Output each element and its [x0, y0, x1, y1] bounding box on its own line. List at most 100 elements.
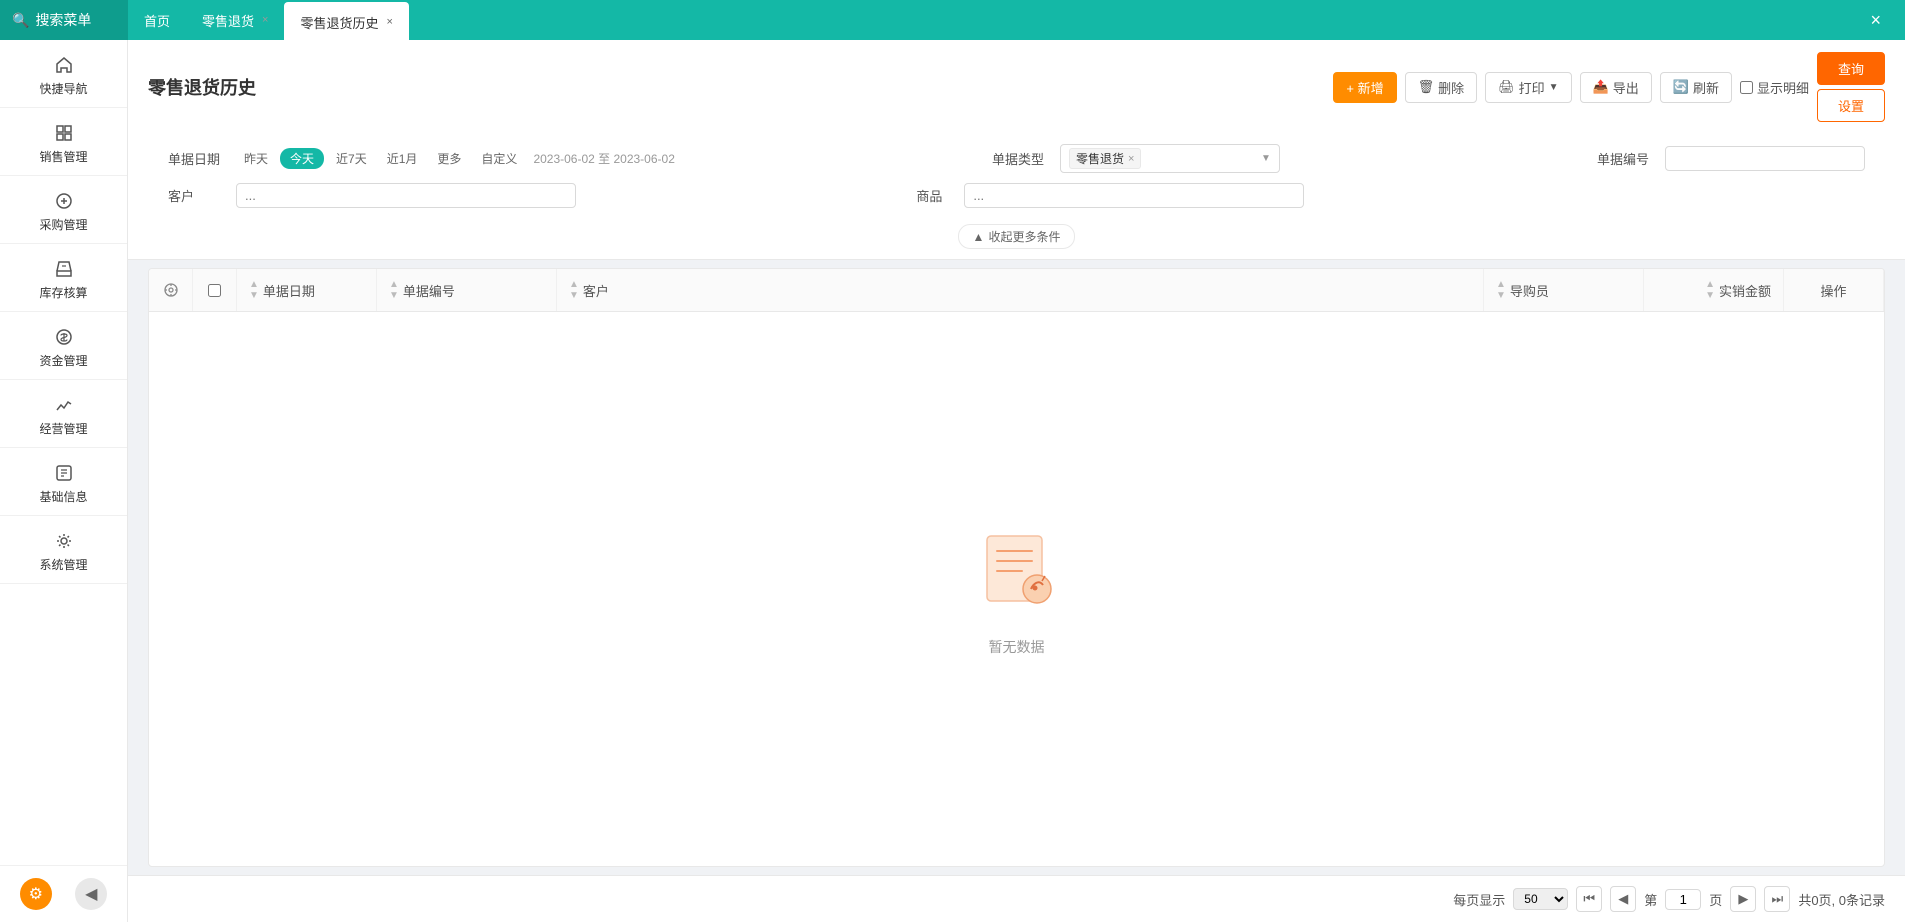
date-7days[interactable]: 近7天	[328, 148, 375, 169]
print-dropdown-icon: ▼	[1549, 82, 1559, 93]
page-next-btn[interactable]: ▶	[1730, 886, 1756, 912]
finance-icon	[53, 326, 75, 348]
date-filter-label: 单据日期	[168, 149, 228, 168]
content-area: 零售退货历史 + 新增 🗑 删除 🖨 打印 ▼ 📤 导出	[128, 40, 1905, 922]
operations-icon	[53, 394, 75, 416]
select-all-checkbox[interactable]	[208, 284, 221, 297]
filter-row-1: 单据日期 昨天 今天 近7天 近1月 更多 自定义 2023-06-02 至 2…	[168, 144, 1865, 173]
collapse-icon: ▲	[973, 230, 985, 244]
new-button[interactable]: + 新增	[1333, 72, 1396, 103]
sidebar: 快捷导航 销售管理 采购管理	[0, 40, 128, 922]
goods-label: 商品	[916, 186, 956, 205]
print-button[interactable]: 🖨 打印 ▼	[1485, 72, 1571, 103]
sidebar-item-basic-info[interactable]: 基础信息	[0, 448, 127, 516]
th-settings[interactable]	[149, 269, 193, 311]
export-icon: 📤	[1593, 79, 1609, 95]
empty-text: 暂无数据	[989, 637, 1045, 657]
th-doc-number-label: 单据编号	[403, 281, 455, 300]
table-header: ▲▼ 单据日期 ▲▼ 单据编号 ▲▼ 客户 ▲▼ 导购员 ▲▼ 实销金额	[149, 269, 1884, 312]
tab-retail-return-history[interactable]: 零售退货历史 ×	[284, 2, 408, 42]
collapse-sidebar-btn[interactable]: ◀	[75, 878, 107, 910]
doc-type-select[interactable]: 零售退货 × ▼	[1060, 144, 1280, 173]
sidebar-label-purchase: 采购管理	[39, 216, 87, 233]
sidebar-label-basic-info: 基础信息	[39, 488, 87, 505]
sidebar-item-purchase[interactable]: 采购管理	[0, 176, 127, 244]
th-customer-label: 客户	[583, 281, 609, 300]
setting-button[interactable]: 设置	[1817, 89, 1885, 122]
page-first-btn[interactable]: ⏮	[1576, 886, 1602, 912]
sidebar-item-system[interactable]: 系统管理	[0, 516, 127, 584]
date-range-display: 2023-06-02 至 2023-06-02	[533, 150, 674, 167]
toolbar: + 新增 🗑 删除 🖨 打印 ▼ 📤 导出 🔄	[1333, 52, 1885, 122]
goods-input[interactable]	[964, 183, 1304, 208]
empty-state: 暂无数据	[149, 312, 1884, 866]
refresh-icon: 🔄	[1673, 79, 1689, 95]
tab-retail-return-history-label: 零售退货历史	[300, 13, 378, 32]
main-layout: 快捷导航 销售管理 采购管理	[0, 40, 1905, 922]
th-amount-label: 实销金额	[1719, 281, 1771, 300]
page-unit: 页	[1709, 890, 1722, 909]
export-button[interactable]: 📤 导出	[1580, 72, 1652, 103]
filter-row-2: 客户 商品	[168, 183, 1865, 208]
sidebar-label-quick-nav: 快捷导航	[39, 80, 87, 97]
app-close-button[interactable]: ×	[1862, 10, 1889, 31]
sidebar-label-operations: 经营管理	[39, 420, 87, 437]
date-today[interactable]: 今天	[280, 148, 324, 169]
per-page-select[interactable]: 50 10 20 100	[1513, 888, 1568, 910]
page-title-row: 零售退货历史 + 新增 🗑 删除 🖨 打印 ▼ 📤 导出	[148, 52, 1885, 122]
tab-home[interactable]: 首页	[128, 0, 186, 40]
th-customer[interactable]: ▲▼ 客户	[557, 269, 1484, 311]
th-guide[interactable]: ▲▼ 导购员	[1484, 269, 1644, 311]
print-icon: 🖨	[1498, 79, 1515, 95]
date-custom[interactable]: 自定义	[473, 148, 525, 169]
doc-type-label: 单据类型	[992, 149, 1052, 168]
date-more[interactable]: 更多	[429, 148, 469, 169]
th-operation: 操作	[1784, 269, 1884, 311]
date-1month[interactable]: 近1月	[379, 148, 426, 169]
date-yesterday[interactable]: 昨天	[236, 148, 276, 169]
home-icon	[53, 54, 75, 76]
th-doc-number[interactable]: ▲▼ 单据编号	[377, 269, 557, 311]
pagination-bar: 每页显示 50 10 20 100 ⏮ ◀ 第 页 ▶ ⏭ 共0页, 0条记录	[128, 875, 1905, 922]
page-label: 第	[1644, 890, 1657, 909]
show-detail-checkbox[interactable]: 显示明细	[1740, 78, 1809, 97]
sidebar-item-sales[interactable]: 销售管理	[0, 108, 127, 176]
th-doc-date[interactable]: ▲▼ 单据日期	[237, 269, 377, 311]
page-last-btn[interactable]: ⏭	[1764, 886, 1790, 912]
th-amount[interactable]: ▲▼ 实销金额	[1644, 269, 1784, 311]
th-checkbox[interactable]	[193, 269, 237, 311]
customer-input[interactable]	[236, 183, 576, 208]
doc-type-tag-remove[interactable]: ×	[1128, 153, 1134, 165]
th-guide-label: 导购员	[1510, 281, 1549, 300]
th-operation-label: 操作	[1820, 281, 1846, 300]
tab-retail-return-history-close[interactable]: ×	[386, 16, 392, 28]
tab-retail-return-close[interactable]: ×	[262, 14, 268, 26]
collapse-button[interactable]: ▲ 收起更多条件	[958, 224, 1076, 249]
sidebar-item-quick-nav[interactable]: 快捷导航	[0, 40, 127, 108]
delete-icon: 🗑	[1418, 79, 1435, 95]
delete-button[interactable]: 🗑 删除	[1405, 72, 1478, 103]
settings-icon-btn[interactable]: ⚙	[20, 878, 52, 910]
doc-number-input[interactable]	[1665, 146, 1865, 171]
page-summary: 共0页, 0条记录	[1798, 890, 1885, 909]
tab-retail-return[interactable]: 零售退货 ×	[186, 0, 284, 40]
refresh-button[interactable]: 🔄 刷新	[1660, 72, 1732, 103]
sidebar-item-finance[interactable]: 资金管理	[0, 312, 127, 380]
page-input[interactable]	[1665, 889, 1701, 910]
sidebar-item-operations[interactable]: 经营管理	[0, 380, 127, 448]
th-doc-date-label: 单据日期	[263, 281, 315, 300]
tab-retail-return-label: 零售退货	[202, 11, 254, 30]
sales-icon	[53, 122, 75, 144]
tab-home-label: 首页	[144, 11, 170, 30]
query-button[interactable]: 查询	[1817, 52, 1885, 85]
doc-type-tag[interactable]: 零售退货 ×	[1069, 148, 1141, 169]
search-menu[interactable]: 🔍 搜索菜单	[0, 0, 128, 40]
sidebar-item-inventory[interactable]: 库存核算	[0, 244, 127, 312]
search-icon: 🔍	[12, 12, 29, 29]
tabs-area: 首页 零售退货 × 零售退货历史 ×	[128, 0, 1862, 40]
show-detail-input[interactable]	[1740, 81, 1753, 94]
sidebar-label-sales: 销售管理	[39, 148, 87, 165]
per-page-label: 每页显示	[1453, 890, 1505, 909]
collapse-label: 收起更多条件	[988, 228, 1060, 245]
page-prev-btn[interactable]: ◀	[1610, 886, 1636, 912]
